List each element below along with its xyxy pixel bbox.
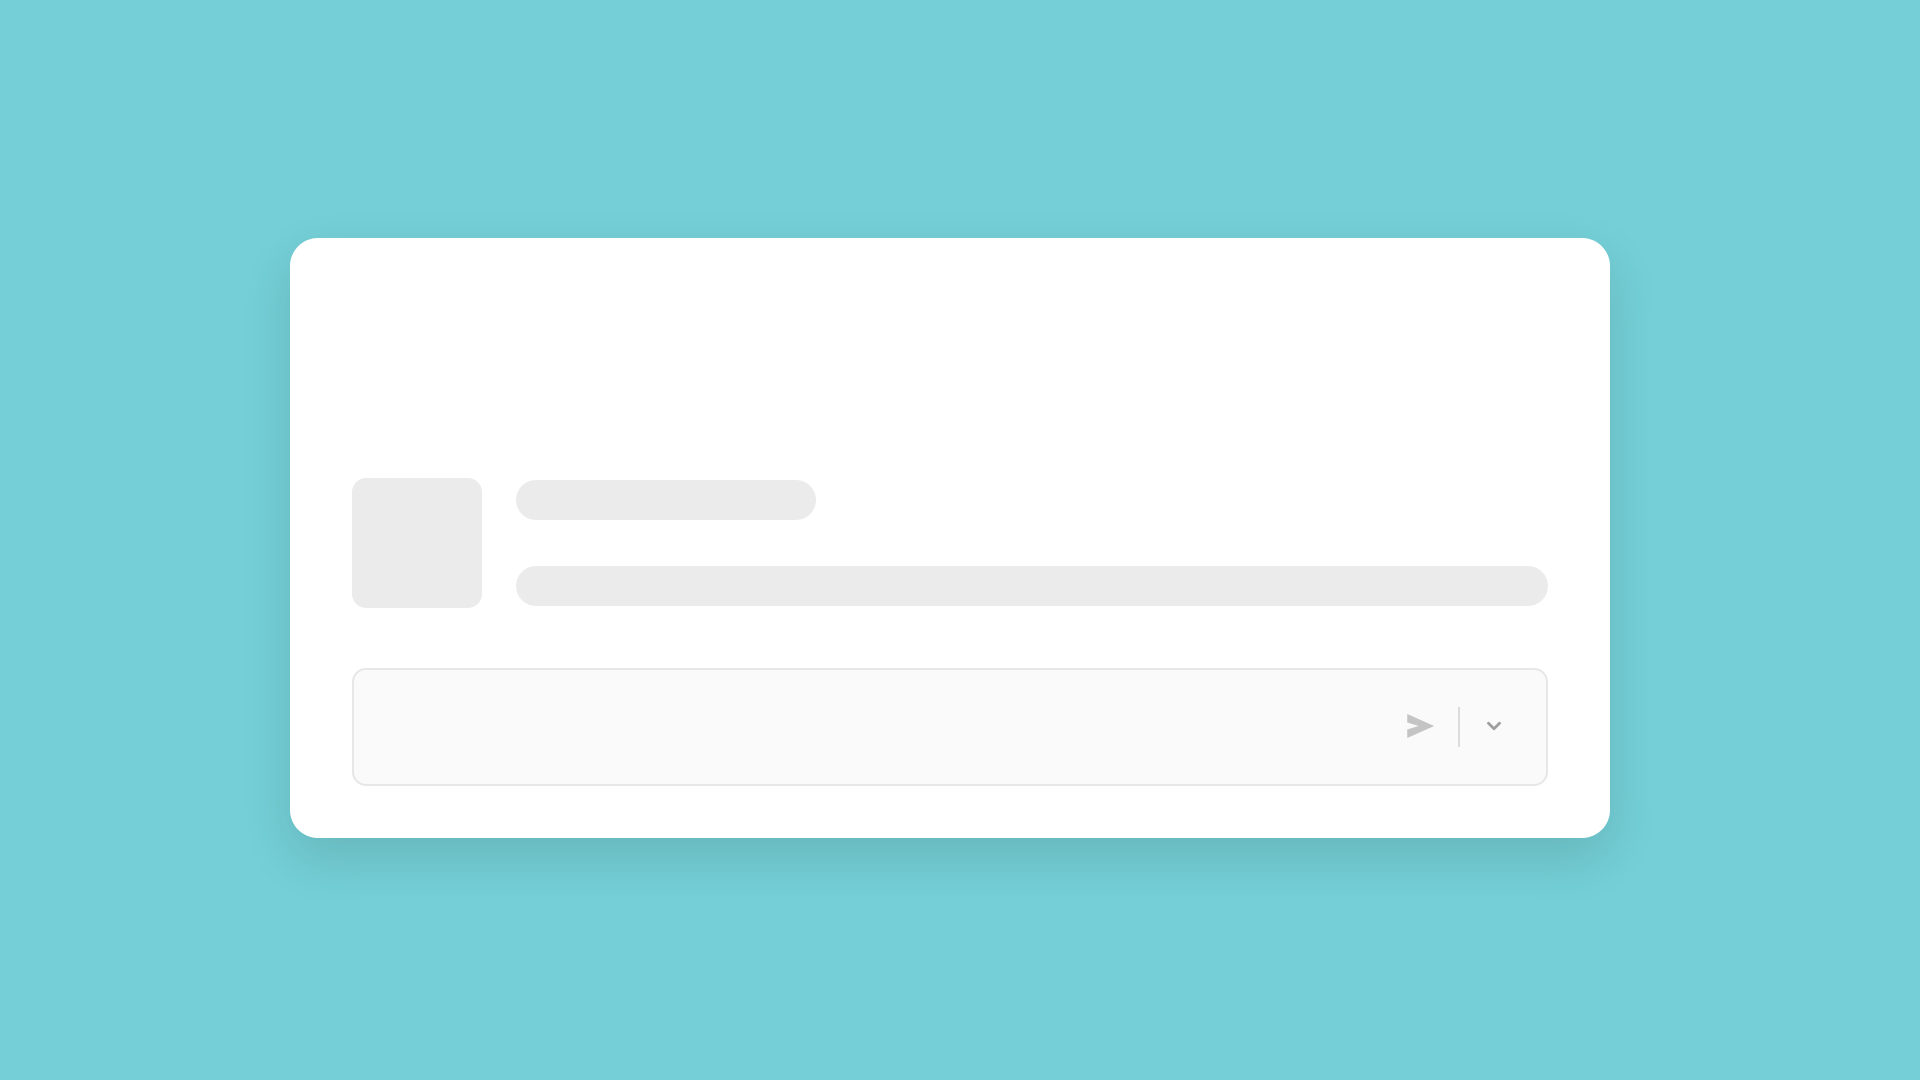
- message-body-skeleton: [516, 566, 1548, 606]
- chat-card: [290, 238, 1610, 838]
- message-row: [352, 478, 1548, 608]
- message-input[interactable]: [378, 670, 1382, 784]
- message-title-skeleton: [516, 480, 816, 520]
- composer-bar: [352, 668, 1548, 786]
- message-content: [516, 480, 1548, 606]
- composer-divider: [1458, 707, 1460, 747]
- chevron-down-icon: [1483, 715, 1505, 740]
- more-options-button[interactable]: [1480, 709, 1508, 745]
- avatar-placeholder: [352, 478, 482, 608]
- send-icon: [1403, 709, 1437, 746]
- send-button[interactable]: [1402, 709, 1438, 745]
